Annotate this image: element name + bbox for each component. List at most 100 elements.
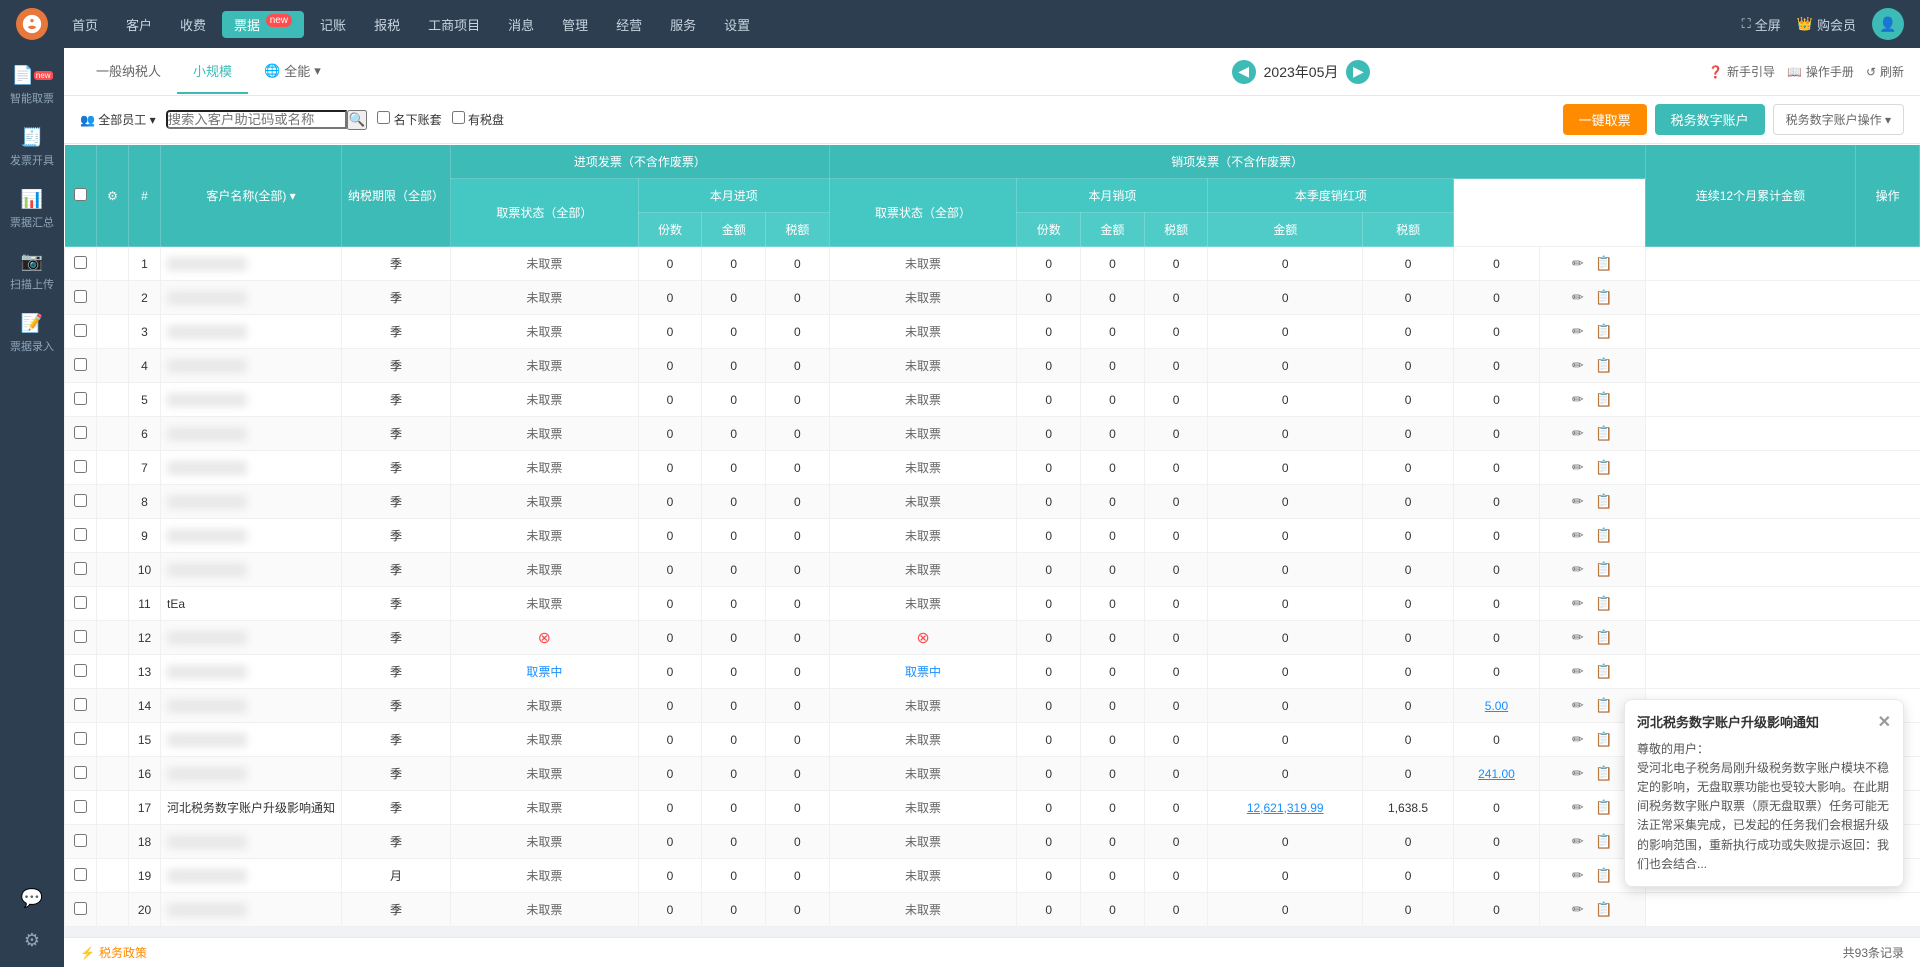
row-checkbox[interactable] [74, 698, 87, 711]
tax-policy-link[interactable]: ⚡ 税务政策 [80, 944, 147, 961]
nav-home[interactable]: 首页 [60, 11, 110, 38]
edit-btn[interactable]: ✏ [1568, 763, 1588, 784]
copy-btn[interactable]: 📋 [1591, 729, 1616, 750]
new-user-guide-btn[interactable]: ❓ 新手引导 [1708, 63, 1775, 80]
sidebar-item-smart-ticket[interactable]: 📄new 智能取票 [0, 56, 64, 114]
tab-general-taxpayer[interactable]: 一般纳税人 [80, 49, 177, 94]
select-all-checkbox[interactable] [74, 188, 87, 201]
edit-btn[interactable]: ✏ [1568, 389, 1588, 410]
row-checkbox[interactable] [74, 732, 87, 745]
row-checkbox[interactable] [74, 630, 87, 643]
down-account-checkbox[interactable] [377, 111, 390, 124]
tab-small-scale[interactable]: 小规模 [177, 49, 248, 94]
copy-btn[interactable]: 📋 [1591, 253, 1616, 274]
nav-invoice[interactable]: 票据 new [222, 11, 304, 38]
copy-btn[interactable]: 📋 [1591, 661, 1616, 682]
employee-filter[interactable]: 👥 全部员工 ▾ [80, 111, 156, 128]
sidebar-item-message[interactable]: 💬 [0, 879, 64, 917]
vip-btn[interactable]: 👑 购会员 [1797, 15, 1856, 34]
edit-btn[interactable]: ✏ [1568, 797, 1588, 818]
tax-digital-ops-btn[interactable]: 税务数字账户操作 ▾ [1773, 104, 1904, 135]
row-checkbox[interactable] [74, 494, 87, 507]
nav-manage[interactable]: 管理 [550, 11, 600, 38]
row-checkbox[interactable] [74, 766, 87, 779]
nav-client[interactable]: 客户 [114, 11, 164, 38]
refresh-btn[interactable]: ↺ 刷新 [1866, 63, 1904, 80]
edit-btn[interactable]: ✏ [1568, 831, 1588, 852]
edit-btn[interactable]: ✏ [1568, 661, 1588, 682]
copy-btn[interactable]: 📋 [1591, 797, 1616, 818]
sidebar-item-settings[interactable]: ⚙ [0, 921, 64, 959]
row-checkbox[interactable] [74, 834, 87, 847]
cum-amount-highlight[interactable]: 241.00 [1478, 767, 1515, 781]
copy-btn[interactable]: 📋 [1591, 457, 1616, 478]
copy-btn[interactable]: 📋 [1591, 627, 1616, 648]
edit-btn[interactable]: ✏ [1568, 899, 1588, 920]
edit-btn[interactable]: ✏ [1568, 729, 1588, 750]
sidebar-item-ticket-summary[interactable]: 📊 票据汇总 [0, 180, 64, 238]
fullscreen-btn[interactable]: ⛶ 全屏 [1742, 15, 1781, 34]
settings-cog-icon[interactable]: ⚙ [107, 189, 118, 203]
th-out-status[interactable]: 取票状态（全部） [829, 179, 1017, 247]
nav-settings[interactable]: 设置 [712, 11, 762, 38]
copy-btn[interactable]: 📋 [1591, 287, 1616, 308]
tax-digital-account-btn[interactable]: 税务数字账户 [1655, 104, 1765, 135]
edit-btn[interactable]: ✏ [1568, 491, 1588, 512]
nav-tax[interactable]: 报税 [362, 11, 412, 38]
copy-btn[interactable]: 📋 [1591, 525, 1616, 546]
nav-service[interactable]: 服务 [658, 11, 708, 38]
copy-btn[interactable]: 📋 [1591, 423, 1616, 444]
edit-btn[interactable]: ✏ [1568, 457, 1588, 478]
search-button[interactable]: 🔍 [347, 110, 368, 130]
operation-manual-btn[interactable]: 📖 操作手册 [1787, 63, 1854, 80]
edit-btn[interactable]: ✏ [1568, 423, 1588, 444]
row-checkbox[interactable] [74, 460, 87, 473]
edit-btn[interactable]: ✏ [1568, 287, 1588, 308]
edit-btn[interactable]: ✏ [1568, 525, 1588, 546]
row-checkbox[interactable] [74, 426, 87, 439]
row-checkbox[interactable] [74, 868, 87, 881]
edit-btn[interactable]: ✏ [1568, 321, 1588, 342]
row-checkbox[interactable] [74, 358, 87, 371]
row-checkbox[interactable] [74, 800, 87, 813]
down-account-checkbox-label[interactable]: 名下账套 [377, 111, 441, 128]
row-checkbox[interactable] [74, 562, 87, 575]
user-avatar[interactable]: 👤 [1872, 8, 1904, 40]
edit-btn[interactable]: ✏ [1568, 695, 1588, 716]
edit-btn[interactable]: ✏ [1568, 559, 1588, 580]
tab-all[interactable]: 🌐 全能 ▾ [248, 49, 337, 94]
nav-message[interactable]: 消息 [496, 11, 546, 38]
nav-fee[interactable]: 收费 [168, 11, 218, 38]
row-checkbox[interactable] [74, 902, 87, 915]
nav-business[interactable]: 工商项目 [416, 11, 492, 38]
has-tax-checkbox-label[interactable]: 有税盘 [452, 111, 504, 128]
copy-btn[interactable]: 📋 [1591, 763, 1616, 784]
client-search-input[interactable] [166, 110, 347, 129]
edit-btn[interactable]: ✏ [1568, 865, 1588, 886]
edit-btn[interactable]: ✏ [1568, 253, 1588, 274]
row-checkbox[interactable] [74, 256, 87, 269]
notification-close-btn[interactable]: ✕ [1878, 712, 1891, 732]
row-checkbox[interactable] [74, 596, 87, 609]
copy-btn[interactable]: 📋 [1591, 355, 1616, 376]
row-checkbox[interactable] [74, 528, 87, 541]
th-tax-quota[interactable]: 纳税期限（全部） [342, 145, 451, 247]
row-checkbox[interactable] [74, 324, 87, 337]
nav-operation[interactable]: 经营 [604, 11, 654, 38]
row-checkbox[interactable] [74, 392, 87, 405]
copy-btn[interactable]: 📋 [1591, 491, 1616, 512]
edit-btn[interactable]: ✏ [1568, 355, 1588, 376]
row-checkbox[interactable] [74, 290, 87, 303]
th-in-status[interactable]: 取票状态（全部） [451, 179, 639, 247]
copy-btn[interactable]: 📋 [1591, 389, 1616, 410]
cum-amount-highlight[interactable]: 5.00 [1485, 699, 1508, 713]
sidebar-item-scan-upload[interactable]: 📷 扫描上传 [0, 242, 64, 300]
copy-btn[interactable]: 📋 [1591, 559, 1616, 580]
copy-btn[interactable]: 📋 [1591, 899, 1616, 920]
copy-btn[interactable]: 📋 [1591, 593, 1616, 614]
date-prev-btn[interactable]: ◀ [1232, 60, 1256, 84]
copy-btn[interactable]: 📋 [1591, 695, 1616, 716]
copy-btn[interactable]: 📋 [1591, 865, 1616, 886]
sidebar-item-invoice-open[interactable]: 🧾 发票开具 [0, 118, 64, 176]
sidebar-item-ticket-entry[interactable]: 📝 票据录入 [0, 304, 64, 362]
